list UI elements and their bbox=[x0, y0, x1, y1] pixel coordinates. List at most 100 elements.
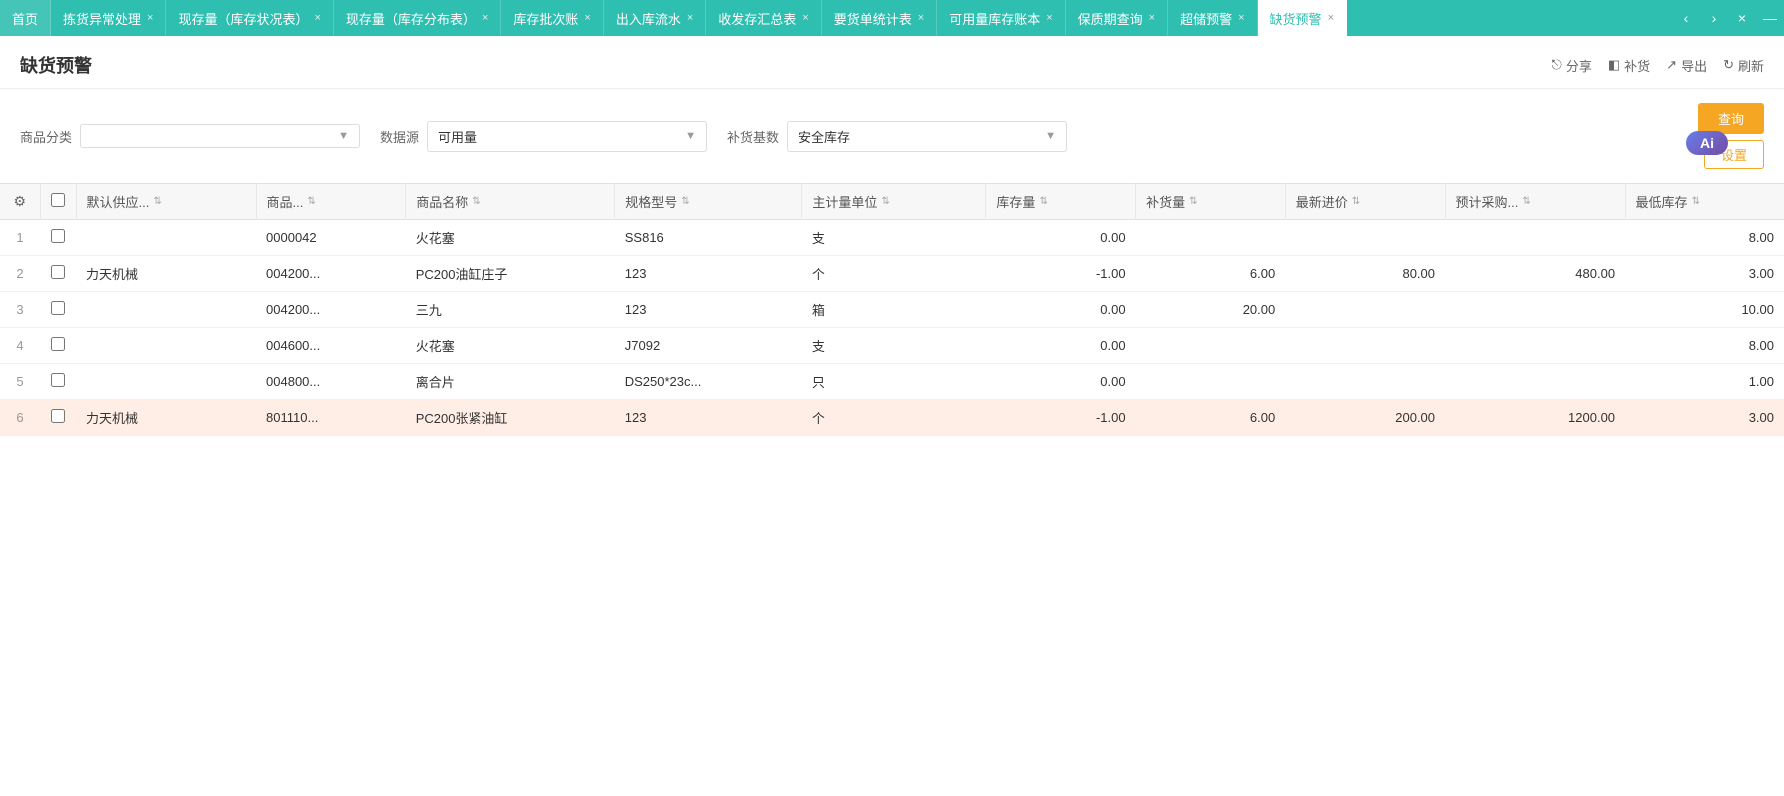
category-select[interactable]: ▼ bbox=[80, 124, 360, 148]
cell-replenish-qty bbox=[1136, 364, 1286, 400]
tab-close-avail-ledger[interactable]: × bbox=[1046, 12, 1052, 24]
tab-overstock[interactable]: 超储预警 × bbox=[1168, 0, 1257, 36]
tab-close-stock-batch[interactable]: × bbox=[584, 12, 590, 24]
cell-checkbox[interactable] bbox=[40, 292, 76, 328]
datasource-select[interactable]: 可用量 ▼ bbox=[427, 121, 707, 152]
tab-stock-dist[interactable]: 现存量（库存分布表） × bbox=[334, 0, 501, 36]
cell-min-stock: 1.00 bbox=[1625, 364, 1784, 400]
sort-latest-price[interactable]: 最新进价 ⇅ bbox=[1296, 192, 1435, 211]
export-icon: ↗ bbox=[1666, 57, 1677, 73]
row-checkbox[interactable] bbox=[51, 337, 65, 351]
tab-home[interactable]: 首页 bbox=[0, 0, 51, 36]
datasource-value: 可用量 bbox=[438, 127, 477, 146]
tab-avail-ledger[interactable]: 可用量库存账本 × bbox=[937, 0, 1065, 36]
cell-min-stock: 8.00 bbox=[1625, 328, 1784, 364]
th-spec: 规格型号 ⇅ bbox=[615, 184, 802, 220]
sort-min-stock-icon: ⇅ bbox=[1692, 196, 1700, 207]
cell-index: 2 bbox=[0, 256, 40, 292]
tab-minimize-btn[interactable]: — bbox=[1756, 0, 1784, 36]
cell-min-stock: 10.00 bbox=[1625, 292, 1784, 328]
ai-badge[interactable]: Ai bbox=[1686, 131, 1728, 155]
share-button[interactable]: ⎋ 分享 bbox=[1552, 56, 1592, 75]
tab-next-btn[interactable]: › bbox=[1700, 0, 1728, 36]
tab-navigation: ‹ › × — bbox=[1672, 0, 1784, 36]
table-container: ⚙ 默认供应... ⇅ 商品... bbox=[0, 183, 1784, 436]
th-unit: 主计量单位 ⇅ bbox=[802, 184, 986, 220]
tab-close-expiry-query[interactable]: × bbox=[1149, 12, 1155, 24]
sort-supplier[interactable]: 默认供应... ⇅ bbox=[87, 192, 246, 211]
cell-replenish-qty: 6.00 bbox=[1136, 400, 1286, 436]
tab-close-shortage[interactable]: × bbox=[1328, 12, 1334, 24]
tab-close-stock-dist[interactable]: × bbox=[482, 12, 488, 24]
th-supplier: 默认供应... ⇅ bbox=[76, 184, 256, 220]
query-button[interactable]: 查询 bbox=[1698, 103, 1764, 134]
replenish-button[interactable]: ◧ 补货 bbox=[1608, 56, 1650, 75]
datasource-dropdown-icon: ▼ bbox=[685, 130, 696, 142]
cell-replenish-qty: 20.00 bbox=[1136, 292, 1286, 328]
cell-product-code: 004600... bbox=[256, 328, 406, 364]
cell-replenish-qty bbox=[1136, 328, 1286, 364]
cell-latest-price: 80.00 bbox=[1285, 256, 1445, 292]
row-checkbox[interactable] bbox=[51, 265, 65, 279]
sort-est-purchase[interactable]: 预计采购... ⇅ bbox=[1456, 192, 1615, 211]
sort-unit[interactable]: 主计量单位 ⇅ bbox=[812, 192, 975, 211]
sort-product-name[interactable]: 商品名称 ⇅ bbox=[416, 192, 604, 211]
cell-est-purchase: 480.00 bbox=[1445, 256, 1625, 292]
cell-checkbox[interactable] bbox=[40, 220, 76, 256]
export-button[interactable]: ↗ 导出 bbox=[1666, 56, 1707, 75]
tab-prev-btn[interactable]: ‹ bbox=[1672, 0, 1700, 36]
cell-checkbox[interactable] bbox=[40, 400, 76, 436]
category-label: 商品分类 bbox=[20, 127, 72, 146]
cell-min-stock: 8.00 bbox=[1625, 220, 1784, 256]
refresh-button[interactable]: ↻ 刷新 bbox=[1723, 56, 1764, 75]
tab-close-recv-summary[interactable]: × bbox=[802, 12, 808, 24]
cell-checkbox[interactable] bbox=[40, 256, 76, 292]
tab-demand-stat[interactable]: 要货单统计表 × bbox=[822, 0, 937, 36]
cell-index: 5 bbox=[0, 364, 40, 400]
tab-bar: 首页 拣货异常处理 × 现存量（库存状况表） × 现存量（库存分布表） × 库存… bbox=[0, 0, 1784, 36]
tab-close-overstock[interactable]: × bbox=[1238, 12, 1244, 24]
cell-checkbox[interactable] bbox=[40, 328, 76, 364]
cell-stock-qty: -1.00 bbox=[986, 256, 1136, 292]
tab-close-demand-stat[interactable]: × bbox=[918, 12, 924, 24]
sort-stock-qty[interactable]: 库存量 ⇅ bbox=[996, 192, 1125, 211]
row-checkbox[interactable] bbox=[51, 373, 65, 387]
select-all-checkbox[interactable] bbox=[51, 193, 65, 207]
cell-min-stock: 3.00 bbox=[1625, 400, 1784, 436]
sort-product-code[interactable]: 商品... ⇅ bbox=[267, 192, 396, 211]
sort-est-purchase-icon: ⇅ bbox=[1522, 196, 1530, 207]
tab-stock-status[interactable]: 现存量（库存状况表） × bbox=[166, 0, 333, 36]
tab-shortage[interactable]: 缺货预警 × bbox=[1258, 0, 1347, 36]
cell-unit: 个 bbox=[802, 400, 986, 436]
tab-close-abnormal[interactable]: × bbox=[147, 12, 153, 24]
cell-product-code: 004200... bbox=[256, 292, 406, 328]
cell-latest-price bbox=[1285, 364, 1445, 400]
tab-stock-batch[interactable]: 库存批次账 × bbox=[501, 0, 603, 36]
th-checkbox bbox=[40, 184, 76, 220]
tab-inout-flow[interactable]: 出入库流水 × bbox=[604, 0, 706, 36]
cell-stock-qty: 0.00 bbox=[986, 328, 1136, 364]
row-checkbox[interactable] bbox=[51, 301, 65, 315]
row-checkbox[interactable] bbox=[51, 409, 65, 423]
sort-min-stock[interactable]: 最低库存 ⇅ bbox=[1636, 192, 1774, 211]
tab-close-inout-flow[interactable]: × bbox=[687, 12, 693, 24]
table-row: 1 0000042 火花塞 SS816 支 0.00 8.00 bbox=[0, 220, 1784, 256]
replenish-base-select[interactable]: 安全库存 ▼ bbox=[787, 121, 1067, 152]
sort-supplier-icon: ⇅ bbox=[153, 196, 161, 207]
tab-recv-summary[interactable]: 收发存汇总表 × bbox=[706, 0, 821, 36]
tab-close-stock-status[interactable]: × bbox=[314, 12, 320, 24]
row-checkbox[interactable] bbox=[51, 229, 65, 243]
tab-expiry-query[interactable]: 保质期查询 × bbox=[1066, 0, 1168, 36]
cell-unit: 支 bbox=[802, 220, 986, 256]
table-body: 1 0000042 火花塞 SS816 支 0.00 8.00 2 力天机械 0… bbox=[0, 220, 1784, 436]
column-settings-icon[interactable]: ⚙ bbox=[13, 193, 26, 210]
cell-checkbox[interactable] bbox=[40, 364, 76, 400]
th-settings: ⚙ bbox=[0, 184, 40, 220]
sort-spec[interactable]: 规格型号 ⇅ bbox=[625, 192, 791, 211]
cell-product-name: 火花塞 bbox=[406, 328, 615, 364]
table-header: ⚙ 默认供应... ⇅ 商品... bbox=[0, 184, 1784, 220]
tab-abnormal[interactable]: 拣货异常处理 × bbox=[51, 0, 166, 36]
cell-index: 4 bbox=[0, 328, 40, 364]
tab-close-all-btn[interactable]: × bbox=[1728, 0, 1756, 36]
sort-replenish-qty[interactable]: 补货量 ⇅ bbox=[1146, 192, 1275, 211]
